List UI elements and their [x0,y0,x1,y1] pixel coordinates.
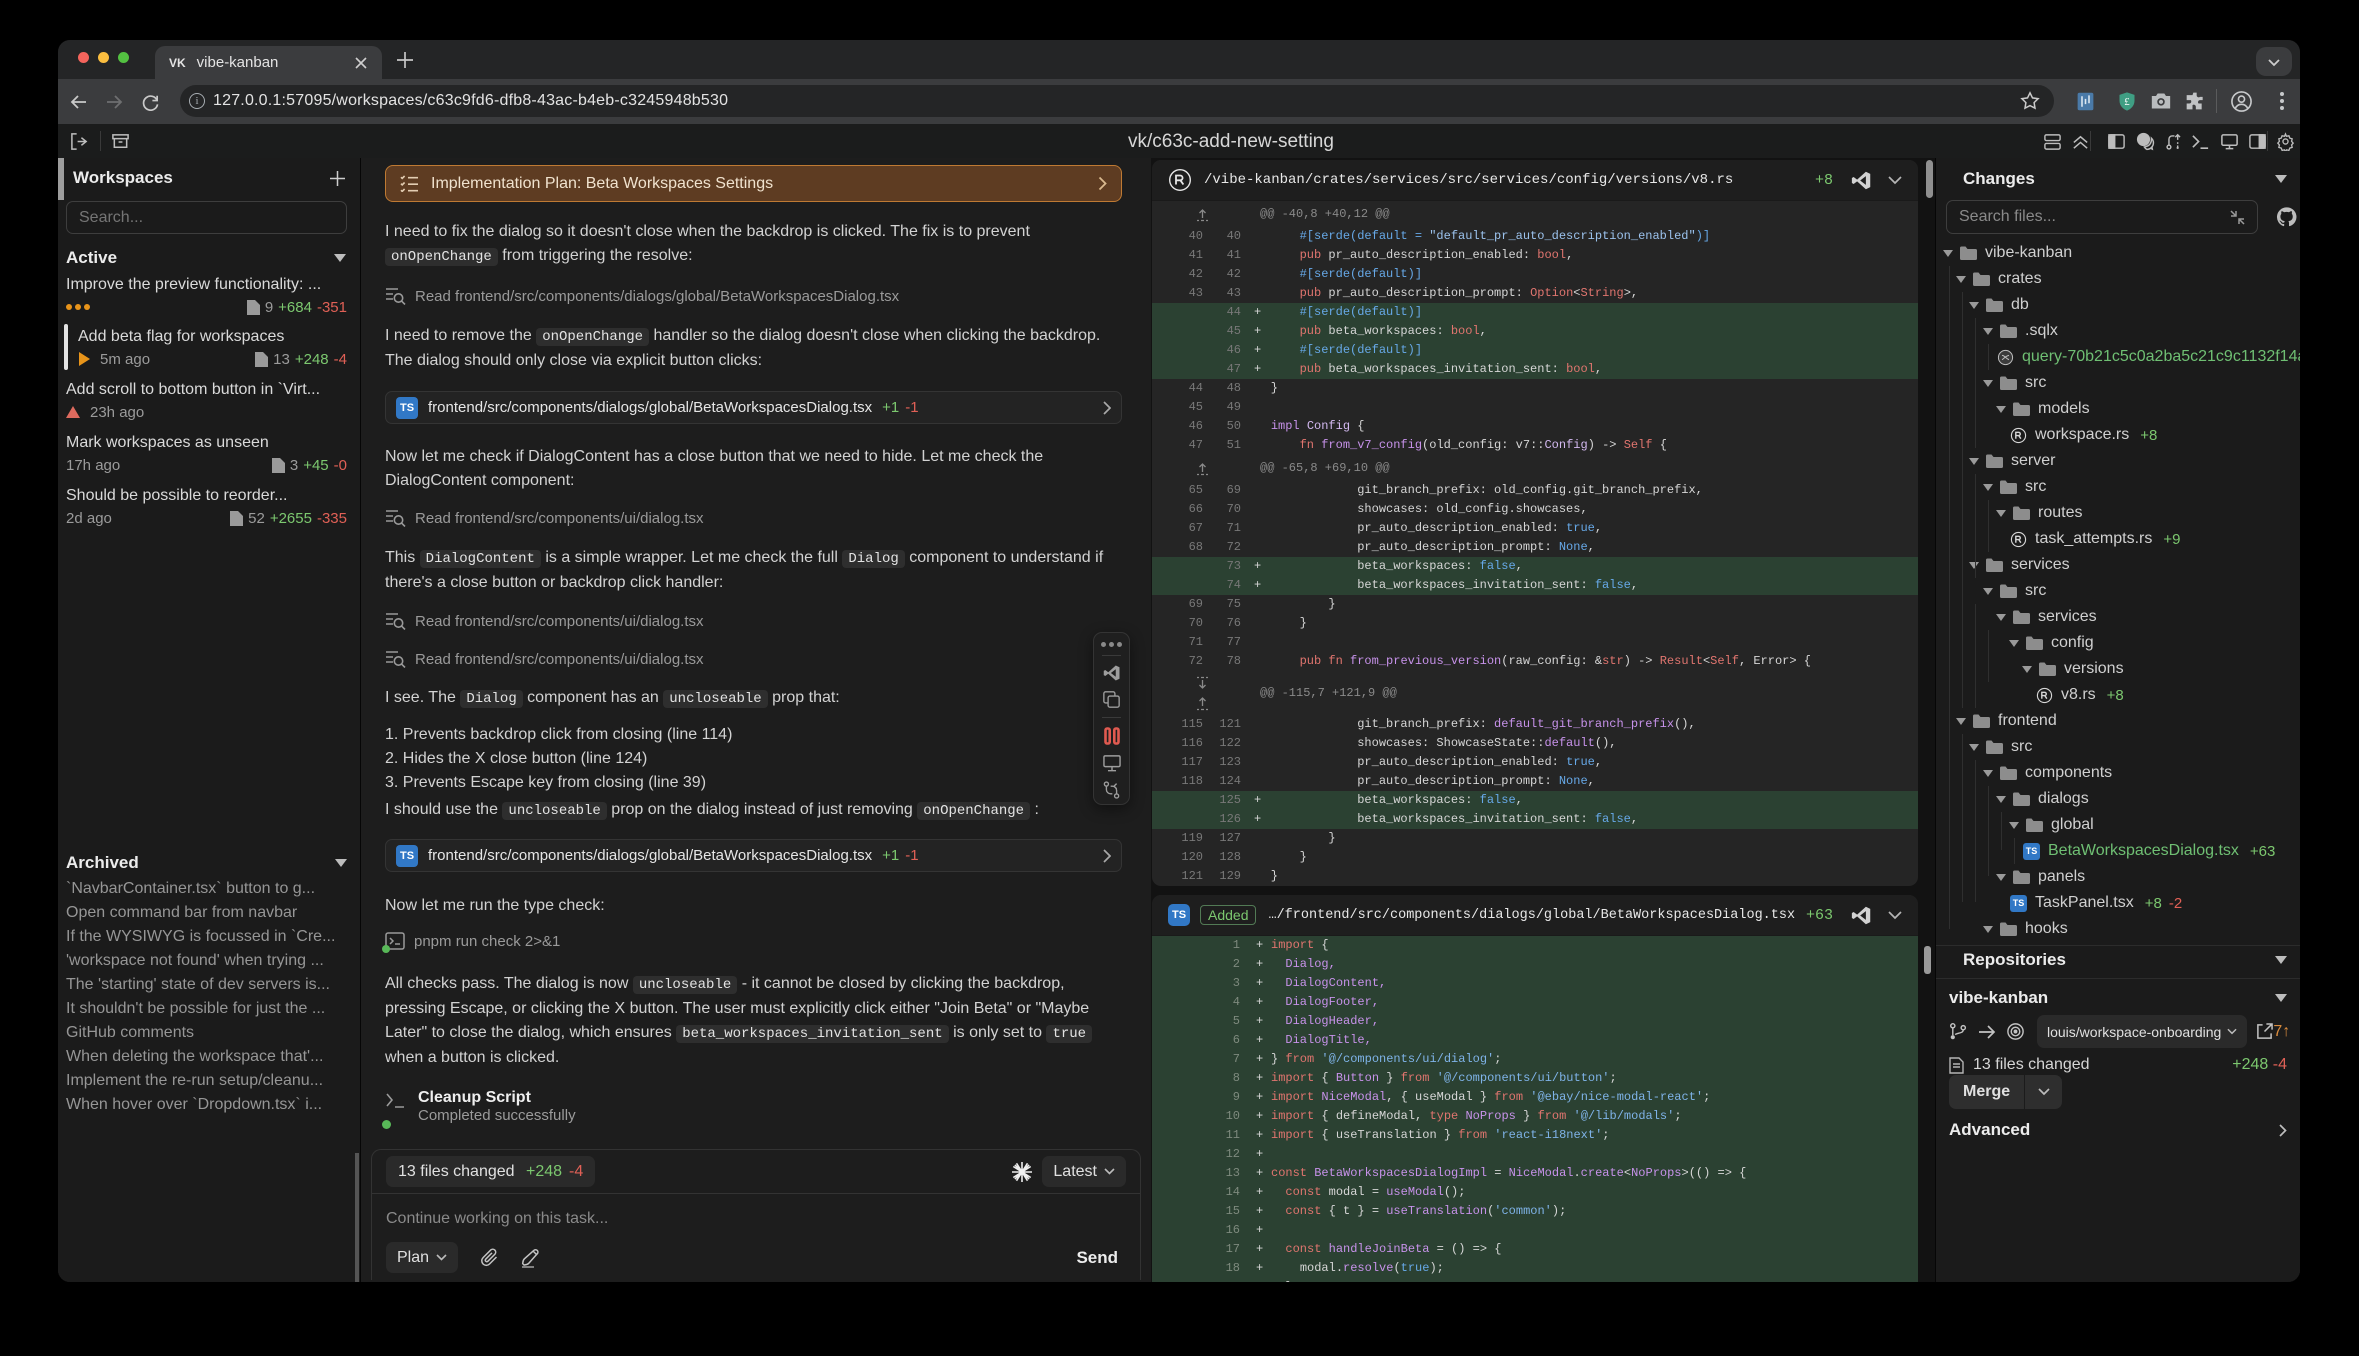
svg-text:£: £ [2124,96,2130,108]
